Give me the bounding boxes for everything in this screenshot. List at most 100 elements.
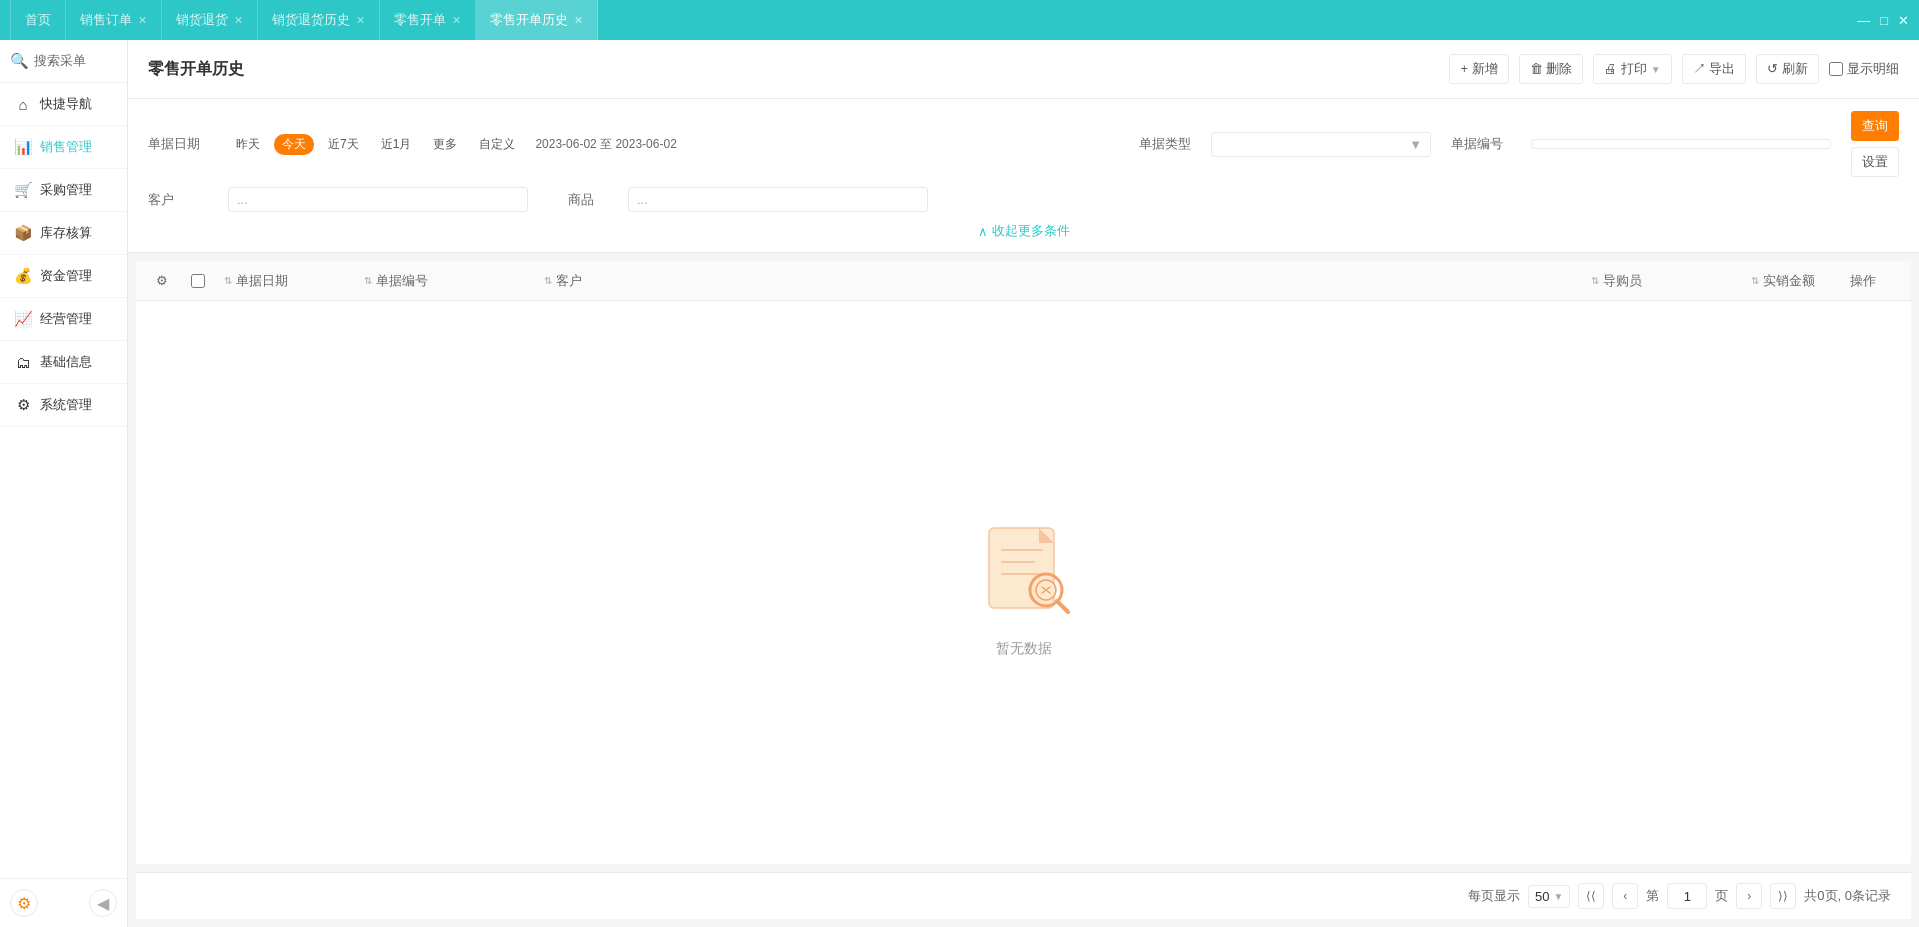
search-icon: 🔍 (10, 52, 28, 70)
query-button[interactable]: 查询 (1851, 111, 1899, 141)
per-page-label: 每页显示 (1468, 887, 1520, 905)
sort-guide-icon: ⇅ (1591, 275, 1599, 286)
date-filter-label: 单据日期 (148, 135, 228, 153)
doc-no-input[interactable] (1531, 139, 1831, 149)
sidebar-item-basic-info[interactable]: 🗂 基础信息 (0, 341, 127, 384)
customer-input[interactable]: ... (228, 187, 528, 212)
date-last1month[interactable]: 近1月 (373, 134, 420, 155)
customer-label: 客户 (148, 191, 228, 209)
sidebar-item-sales-mgmt[interactable]: 📊 销售管理 (0, 126, 127, 169)
first-page-btn[interactable]: ⟨⟨ (1578, 883, 1604, 909)
doc-type-label: 单据类型 (1111, 135, 1191, 153)
tab-sales-order[interactable]: 销售订单 ✕ (66, 0, 162, 40)
th-settings[interactable]: ⚙ (144, 273, 180, 288)
select-all-checkbox[interactable] (191, 274, 205, 288)
refresh-button[interactable]: ↺ 刷新 (1756, 54, 1819, 84)
date-yesterday[interactable]: 昨天 (228, 134, 268, 155)
sidebar-item-inventory[interactable]: 📦 库存核算 (0, 212, 127, 255)
sidebar: 🔍 搜索采单 ⌂ 快捷导航 📊 销售管理 🛒 采购管理 📦 库存核算 💰 (0, 40, 128, 927)
date-last7days[interactable]: 近7天 (320, 134, 367, 155)
filter-row-2: 客户 ... 商品 ... (148, 187, 1899, 212)
content-area: 零售开单历史 + 新增 🗑 删除 🖨 打印 ▼ ↗ 导出 ↺ 刷新 (128, 40, 1919, 927)
date-options: 昨天 今天 近7天 近1月 更多 自定义 2023-06-02 至 2023-0… (228, 134, 677, 155)
page-total-info: 共0页, 0条记录 (1804, 887, 1891, 905)
top-bar: 首页 销售订单 ✕ 销货退货 ✕ 销货退货历史 ✕ 零售开单 ✕ 零售开单历史 … (0, 0, 1919, 40)
toolbar-actions: + 新增 🗑 删除 🖨 打印 ▼ ↗ 导出 ↺ 刷新 显示明细 (1449, 54, 1899, 84)
tab-home[interactable]: 首页 (10, 0, 66, 40)
sort-customer-icon: ⇅ (544, 275, 552, 286)
collapse-filter-btn[interactable]: ∧ 收起更多条件 (148, 222, 1899, 240)
show-detail-checkbox[interactable] (1829, 62, 1843, 76)
tab-close-sales-order[interactable]: ✕ (138, 14, 147, 27)
tab-sales-return-history[interactable]: 销货退货历史 ✕ (258, 0, 380, 40)
settings-col-icon: ⚙ (156, 273, 168, 288)
next-page-btn[interactable]: › (1736, 883, 1762, 909)
close-btn[interactable]: ✕ (1898, 13, 1909, 28)
tab-close-sales-return-history[interactable]: ✕ (356, 14, 365, 27)
empty-illustration (964, 508, 1084, 628)
sidebar-item-system[interactable]: ⚙ 系统管理 (0, 384, 127, 427)
print-button[interactable]: 🖨 打印 ▼ (1593, 54, 1672, 84)
sidebar-search[interactable]: 🔍 搜索采单 (0, 40, 127, 83)
delete-button[interactable]: 🗑 删除 (1519, 54, 1584, 84)
sidebar-item-quick-nav[interactable]: ⌂ 快捷导航 (0, 83, 127, 126)
page-header: 零售开单历史 + 新增 🗑 删除 🖨 打印 ▼ ↗ 导出 ↺ 刷新 (128, 40, 1919, 99)
inventory-icon: 📦 (14, 224, 32, 242)
date-more[interactable]: 更多 (425, 134, 465, 155)
add-button[interactable]: + 新增 (1449, 54, 1508, 84)
filter-row-1: 单据日期 昨天 今天 近7天 近1月 更多 自定义 2023-06-02 至 2… (148, 111, 1899, 177)
date-today[interactable]: 今天 (274, 134, 314, 155)
tab-close-sales-return[interactable]: ✕ (234, 14, 243, 27)
product-input[interactable]: ... (628, 187, 928, 212)
page-number-input[interactable] (1667, 883, 1707, 909)
system-icon: ⚙ (14, 396, 32, 414)
th-operation: 操作 (1823, 272, 1903, 290)
doc-type-select[interactable]: ▼ (1211, 132, 1431, 157)
tab-close-retail-history[interactable]: ✕ (574, 14, 583, 27)
prev-page-btn[interactable]: ‹ (1612, 883, 1638, 909)
sidebar-nav: ⌂ 快捷导航 📊 销售管理 🛒 采购管理 📦 库存核算 💰 资金管理 📈 (0, 83, 127, 878)
page-label-after: 页 (1715, 887, 1728, 905)
tab-retail-open[interactable]: 零售开单 ✕ (380, 0, 476, 40)
sort-amount-icon: ⇅ (1751, 275, 1759, 286)
basic-info-icon: 🗂 (14, 353, 32, 371)
collapse-icon: ∧ (978, 224, 988, 239)
filter-area: 单据日期 昨天 今天 近7天 近1月 更多 自定义 2023-06-02 至 2… (128, 99, 1919, 253)
tab-sales-return[interactable]: 销货退货 ✕ (162, 0, 258, 40)
th-amount[interactable]: ⇅ 实销金额 (1703, 272, 1823, 290)
settings-filter-button[interactable]: 设置 (1851, 147, 1899, 177)
svg-line-7 (1057, 601, 1068, 612)
operation-icon: 📈 (14, 310, 32, 328)
empty-text: 暂无数据 (996, 640, 1052, 658)
per-page-select[interactable]: 50 ▼ (1528, 885, 1570, 908)
table-header: ⚙ ⇅ 单据日期 ⇅ 单据编号 ⇅ 客户 ⇅ (136, 261, 1911, 301)
last-page-btn[interactable]: ⟩⟩ (1770, 883, 1796, 909)
th-customer[interactable]: ⇅ 客户 (536, 272, 1583, 290)
th-date[interactable]: ⇅ 单据日期 (216, 272, 356, 290)
minimize-btn[interactable]: — (1857, 13, 1870, 28)
sidebar-bottom: ⚙ ◀ (0, 878, 127, 927)
settings-icon-btn[interactable]: ⚙ (10, 889, 38, 917)
th-order-no[interactable]: ⇅ 单据编号 (356, 272, 536, 290)
th-guide[interactable]: ⇅ 导购员 (1583, 272, 1703, 290)
show-detail-checkbox-wrapper: 显示明细 (1829, 60, 1899, 78)
sort-date-icon: ⇅ (224, 275, 232, 286)
collapse-sidebar-btn[interactable]: ◀ (89, 889, 117, 917)
export-button[interactable]: ↗ 导出 (1682, 54, 1747, 84)
page-label-before: 第 (1646, 887, 1659, 905)
tab-retail-history[interactable]: 零售开单历史 ✕ (476, 0, 598, 40)
sidebar-item-operation[interactable]: 📈 经营管理 (0, 298, 127, 341)
sidebar-item-purchase-mgmt[interactable]: 🛒 采购管理 (0, 169, 127, 212)
tab-close-retail-open[interactable]: ✕ (452, 14, 461, 27)
window-controls: — □ ✕ (1857, 13, 1909, 28)
th-checkbox[interactable] (180, 274, 216, 288)
maximize-btn[interactable]: □ (1880, 13, 1888, 28)
sales-mgmt-icon: 📊 (14, 138, 32, 156)
sidebar-item-finance[interactable]: 💰 资金管理 (0, 255, 127, 298)
tab-bar: 首页 销售订单 ✕ 销货退货 ✕ 销货退货历史 ✕ 零售开单 ✕ 零售开单历史 … (10, 0, 598, 40)
per-page-arrow-icon: ▼ (1553, 891, 1563, 902)
sort-order-no-icon: ⇅ (364, 275, 372, 286)
date-custom[interactable]: 自定义 (471, 134, 523, 155)
table-container: ⚙ ⇅ 单据日期 ⇅ 单据编号 ⇅ 客户 ⇅ (136, 261, 1911, 864)
doc-type-arrow-icon: ▼ (1409, 137, 1422, 152)
